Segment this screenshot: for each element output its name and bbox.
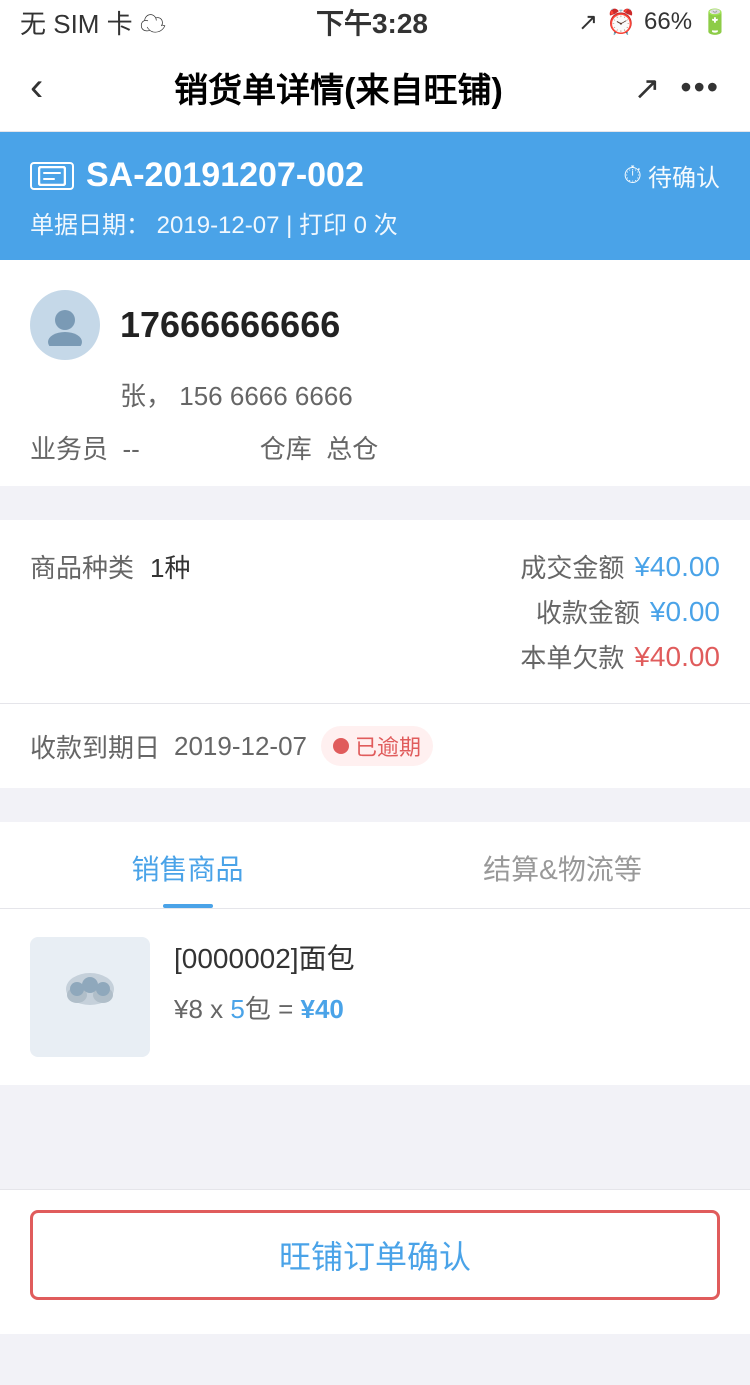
product-total: ¥40 — [301, 994, 344, 1024]
order-header-card: SA-20191207-002 ⏱ 待确认 单据日期： 2019-12-07 |… — [0, 132, 750, 260]
order-icon — [30, 162, 74, 190]
nav-left: ‹ — [30, 65, 43, 110]
location-icon: ↗ — [578, 8, 598, 37]
tab-sales-products[interactable]: 销售商品 — [0, 822, 375, 908]
customer-card: 17666666666 张， 156 6666 6666 业务员 -- 仓库 总… — [0, 260, 750, 486]
order-date: 单据日期： 2019-12-07 | 打印 0 次 — [30, 205, 720, 240]
product-info: [0000002]面包 ¥8 x 5包 = ¥40 — [174, 937, 720, 1026]
due-date-value: 2019-12-07 — [174, 731, 307, 762]
status-time: 下午3:28 — [316, 2, 428, 42]
product-count-area: 商品种类 1种 — [30, 548, 190, 585]
page-title: 销货单详情(来自旺铺) — [174, 63, 503, 112]
overdue-dot-icon — [333, 738, 349, 754]
owed-amount: ¥40.00 — [634, 641, 720, 673]
alarm-icon: ⏰ — [606, 8, 636, 37]
product-image — [30, 937, 150, 1057]
more-icon[interactable]: ••• — [680, 69, 720, 106]
confirm-button[interactable]: 旺铺订单确认 — [30, 1210, 720, 1300]
status-bar: 无 SIM 卡 ☁ 下午3:28 ↗ ⏰ 66% 🔋 — [0, 0, 750, 44]
clock-icon: ⏱ — [623, 162, 642, 190]
bottom-bar: 旺铺订单确认 — [0, 1189, 750, 1334]
back-button[interactable]: ‹ — [30, 65, 43, 110]
overdue-badge: 已逾期 — [321, 726, 433, 766]
status-right: ↗ ⏰ 66% 🔋 — [578, 8, 730, 37]
product-name: [0000002]面包 — [174, 937, 720, 977]
customer-meta: 业务员 -- 仓库 总仓 — [30, 429, 720, 466]
warehouse-label: 仓库 总仓 — [260, 429, 378, 466]
owed-amount-row: 本单欠款 ¥40.00 — [520, 638, 720, 675]
customer-sub: 张， 156 6666 6666 — [120, 376, 720, 413]
amounts-area: 成交金额 ¥40.00 收款金额 ¥0.00 本单欠款 ¥40.00 — [520, 548, 720, 675]
deal-amount-row: 成交金额 ¥40.00 — [520, 548, 720, 585]
product-qty: 5 — [230, 994, 244, 1024]
nav-right: ↗ ••• — [634, 69, 720, 107]
summary-card: 商品种类 1种 成交金额 ¥40.00 收款金额 ¥0.00 本单欠款 ¥40.… — [0, 520, 750, 703]
product-card: [0000002]面包 ¥8 x 5包 = ¥40 — [0, 909, 750, 1085]
battery-icon: 🔋 — [700, 8, 730, 37]
battery-status: 66% — [644, 8, 692, 36]
order-status-badge: ⏱ 待确认 — [623, 158, 720, 193]
receipt-amount: ¥0.00 — [650, 596, 720, 628]
tabs-bar: 销售商品 结算&物流等 — [0, 822, 750, 909]
due-date-label: 收款到期日 — [30, 728, 160, 765]
sales-label: 业务员 -- — [30, 429, 140, 466]
avatar — [30, 290, 100, 360]
status-left: 无 SIM 卡 ☁ — [20, 4, 166, 41]
product-calc: ¥8 x 5包 = ¥40 — [174, 989, 720, 1026]
share-icon[interactable]: ↗ — [634, 69, 661, 107]
nav-bar: ‹ 销货单详情(来自旺铺) ↗ ••• — [0, 44, 750, 132]
customer-phone: 17666666666 — [120, 304, 340, 346]
due-date-card: 收款到期日 2019-12-07 已逾期 — [0, 704, 750, 788]
section-divider-1 — [0, 504, 750, 520]
tab-settlement[interactable]: 结算&物流等 — [375, 822, 750, 908]
deal-amount: ¥40.00 — [634, 551, 720, 583]
sim-status: 无 SIM 卡 ☁ — [20, 4, 166, 41]
section-divider-2 — [0, 788, 750, 804]
order-id: SA-20191207-002 — [30, 156, 364, 195]
receipt-amount-row: 收款金额 ¥0.00 — [536, 593, 720, 630]
